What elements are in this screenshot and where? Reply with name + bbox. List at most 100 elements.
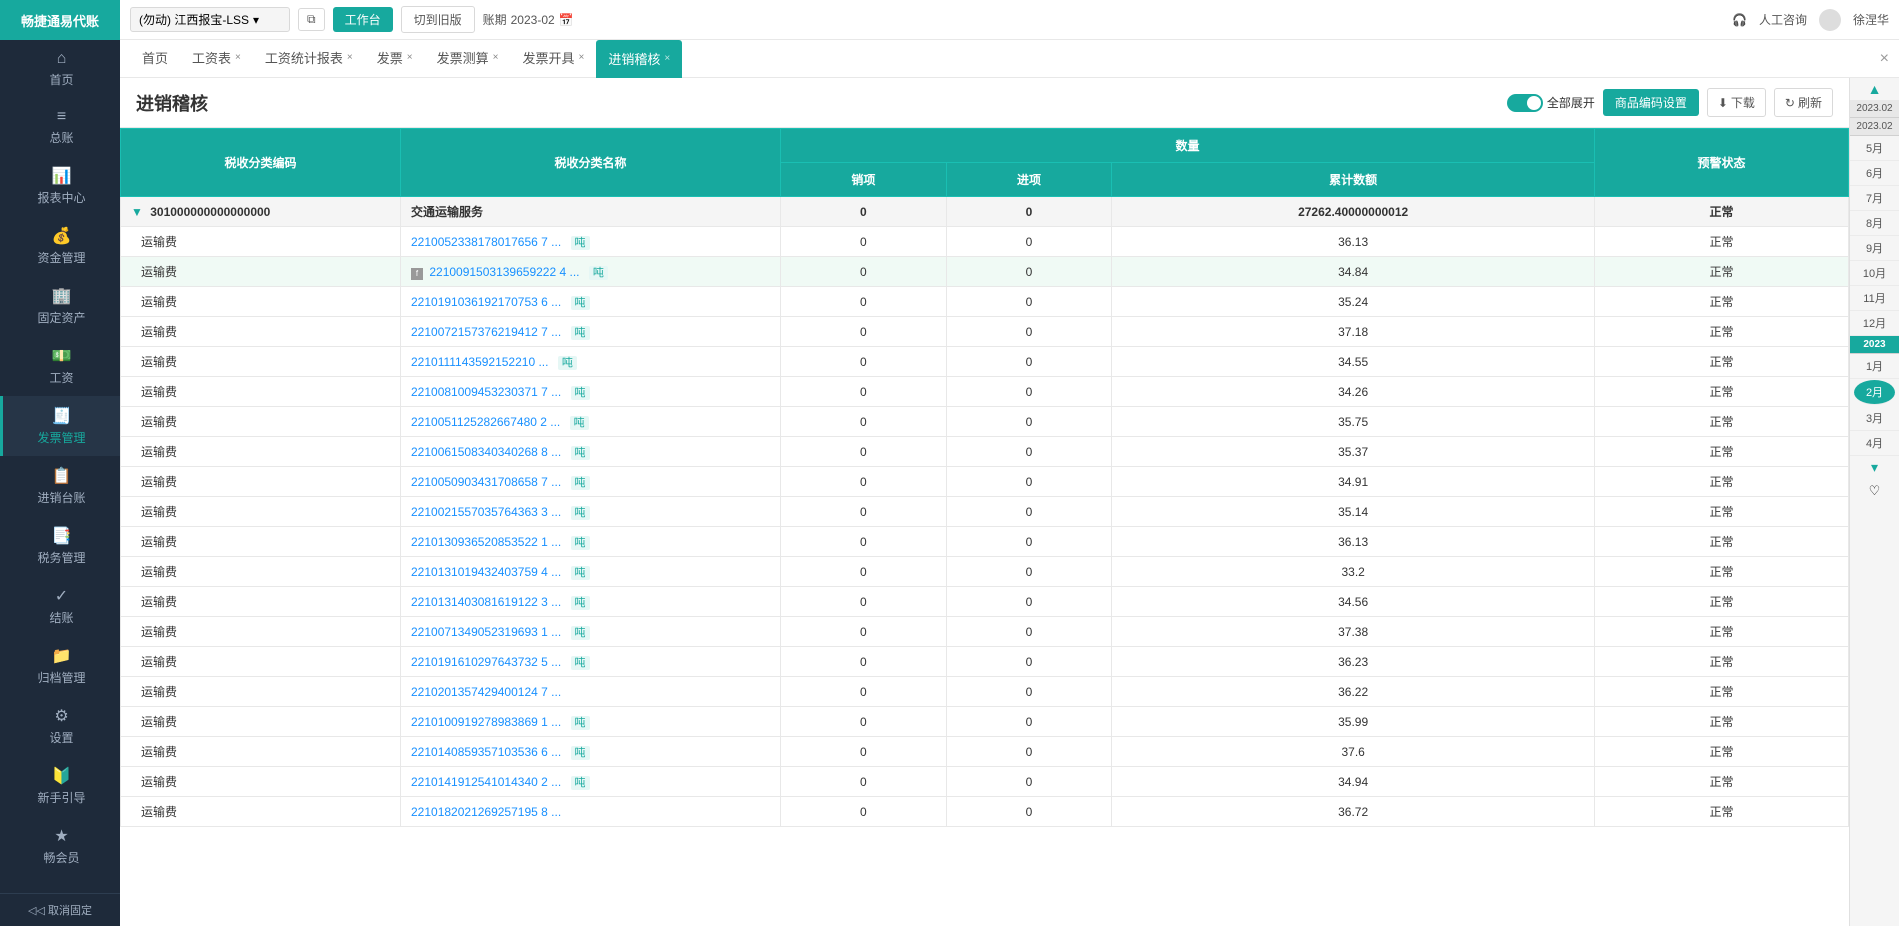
tax-code-link[interactable]: 2210131019432403759 4 ... [411, 565, 561, 579]
tab-close-icon[interactable]: × [347, 52, 353, 63]
expand-toggle[interactable]: 全部展开 [1507, 94, 1595, 112]
funds-icon: 💰 [52, 226, 72, 246]
tax-code-link[interactable]: 2210140859357103536 6 ... [411, 745, 561, 759]
sidebar-item-assets[interactable]: 🏢 固定资产 [0, 276, 120, 336]
cal-month-8[interactable]: 8月 [1850, 211, 1899, 236]
table-row-status: 正常 [1594, 617, 1848, 647]
cal-month-12[interactable]: 12月 [1850, 311, 1899, 336]
copy-button[interactable]: ⧉ [298, 8, 325, 31]
tax-code-link[interactable]: 2210191610297643732 5 ... [411, 655, 561, 669]
unit-badge: 吨 [571, 626, 590, 640]
workspace-button[interactable]: 工作台 [333, 7, 393, 32]
table-row-tax-code: 2210201357429400124 7 ... [401, 677, 781, 707]
tax-code-link[interactable]: 2210091503139659222 4 ... [429, 265, 579, 279]
tax-code-link[interactable]: 2210100919278983869 1 ... [411, 715, 561, 729]
settings-button[interactable]: 商品编码设置 [1603, 89, 1699, 116]
sidebar-item-home[interactable]: ⌂ 首页 [0, 40, 120, 98]
back-button[interactable]: 切到旧版 [401, 6, 475, 33]
table-row-cumulative: 35.14 [1112, 497, 1595, 527]
unit-badge: 吨 [571, 596, 590, 610]
cal-month-7[interactable]: 7月 [1850, 186, 1899, 211]
tax-code-link[interactable]: 2210061508340340268 8 ... [411, 445, 561, 459]
cal-year-2023: 2023 [1850, 336, 1899, 354]
cal-month-4[interactable]: 4月 [1850, 431, 1899, 456]
sidebar-item-ledger[interactable]: ≡ 总账 [0, 98, 120, 156]
archive-icon: 📁 [52, 646, 72, 666]
toggle-track[interactable] [1507, 94, 1543, 112]
sidebar-item-funds[interactable]: 💰 资金管理 [0, 216, 120, 276]
tax-code-link[interactable]: 2210052338178017656 7 ... [411, 235, 561, 249]
tax-code-link[interactable]: 2210201357429400124 7 ... [411, 685, 561, 699]
table-row-sale: 0 [781, 527, 947, 557]
page-actions: 全部展开 商品编码设置 ⬇ 下载 ↻ 刷新 [1507, 88, 1833, 117]
tax-code-link[interactable]: 2210131403081619122 3 ... [411, 595, 561, 609]
refresh-button[interactable]: ↻ 刷新 [1774, 88, 1833, 117]
table-row-sale: 0 [781, 317, 947, 347]
tax-code-link[interactable]: 2210141912541014340 2 ... [411, 775, 561, 789]
cal-nav-down[interactable]: ▾ [1850, 456, 1899, 479]
table-row-sale: 0 [781, 677, 947, 707]
table-row-purchase: 0 [946, 797, 1112, 827]
table-row-item-name: 运输费 [121, 287, 401, 317]
download-button[interactable]: ⬇ 下载 [1707, 88, 1766, 117]
tax-code-link[interactable]: 2210182021269257195 8 ... [411, 805, 561, 819]
cal-month-10[interactable]: 10月 [1850, 261, 1899, 286]
expand-icon[interactable]: ▼ [131, 205, 143, 219]
tax-code-link[interactable]: 2210051125282667480 2 ... [411, 415, 560, 429]
sidebar-item-tax[interactable]: 📑 税务管理 [0, 516, 120, 576]
tab-salary-report[interactable]: 工资统计报表 × [253, 40, 365, 78]
unit-badge: 吨 [558, 356, 577, 370]
tab-close-icon[interactable]: × [578, 52, 584, 63]
tax-code-link[interactable]: 2210191036192170753 6 ... [411, 295, 561, 309]
cal-month-6[interactable]: 6月 [1850, 161, 1899, 186]
cal-month-3[interactable]: 3月 [1850, 406, 1899, 431]
tax-code-link[interactable]: 2210050903431708658 7 ... [411, 475, 561, 489]
company-label: (勿动) 江西报宝-LSS [139, 11, 249, 28]
member-icon: ★ [54, 826, 68, 846]
download-icon: ⬇ [1718, 96, 1728, 110]
table-row-sale: 0 [781, 767, 947, 797]
home-icon: ⌂ [57, 50, 67, 68]
cal-month-2[interactable]: 2月 [1854, 380, 1895, 405]
cal-month-5[interactable]: 5月 [1850, 136, 1899, 161]
unpin-button[interactable]: ◁◁ 取消固定 [0, 893, 120, 926]
tab-salary[interactable]: 工资表 × [180, 40, 253, 78]
help-label[interactable]: 人工咨询 [1759, 11, 1807, 28]
company-selector[interactable]: (勿动) 江西报宝-LSS ▾ [130, 7, 290, 32]
sidebar-item-archive[interactable]: 📁 归档管理 [0, 636, 120, 696]
sidebar-item-guide[interactable]: 🔰 新手引导 [0, 756, 120, 816]
main-table: 税收分类编码 税收分类名称 数量 预警状态 销项 进项 累计数额 [120, 128, 1849, 827]
sidebar: 畅捷通易代账 ⌂ 首页 ≡ 总账 📊 报表中心 💰 资金管理 🏢 固定资产 💵 … [0, 0, 120, 926]
tax-code-link[interactable]: 2210081009453230371 7 ... [411, 385, 561, 399]
tab-home[interactable]: 首页 [130, 40, 180, 78]
tab-reconcile[interactable]: 进销稽核 × [596, 40, 682, 78]
tax-icon: 📑 [52, 526, 72, 546]
tab-invoice[interactable]: 发票 × [365, 40, 425, 78]
tax-code-link[interactable]: 2210071349052319693 1 ... [411, 625, 561, 639]
sidebar-item-invoice[interactable]: 🧾 发票管理 [0, 396, 120, 456]
sidebar-item-settings[interactable]: ⚙ 设置 [0, 696, 120, 756]
cal-month-11[interactable]: 11月 [1850, 286, 1899, 311]
tab-invoice-issue[interactable]: 发票开具 × [510, 40, 596, 78]
table-row-tax-code: 2210140859357103536 6 ... 吨 [401, 737, 781, 767]
tab-close-icon[interactable]: × [493, 52, 499, 63]
tax-code-link[interactable]: 2210130936520853522 1 ... [411, 535, 561, 549]
tax-code-link[interactable]: 2210072157376219412 7 ... [411, 325, 561, 339]
tab-close-icon[interactable]: × [407, 52, 413, 63]
tab-close-icon[interactable]: × [235, 52, 241, 63]
sidebar-item-reports[interactable]: 📊 报表中心 [0, 156, 120, 216]
sidebar-item-purchase[interactable]: 📋 进销台账 [0, 456, 120, 516]
cal-nav-up[interactable]: ▲ [1850, 78, 1899, 100]
sidebar-item-member[interactable]: ★ 畅会员 [0, 816, 120, 876]
sidebar-item-salary[interactable]: 💵 工资 [0, 336, 120, 396]
tax-code-link[interactable]: 2210111143592152210 ... [411, 355, 548, 369]
tab-close-icon[interactable]: × [664, 53, 670, 64]
cal-month-9[interactable]: 9月 [1850, 236, 1899, 261]
tab-invoice-calc[interactable]: 发票测算 × [425, 40, 511, 78]
close-button[interactable]: × [1880, 50, 1889, 68]
table-row-sale: 0 [781, 617, 947, 647]
cal-month-1[interactable]: 1月 [1850, 354, 1899, 379]
tax-code-link[interactable]: 2210021557035764363 3 ... [411, 505, 561, 519]
table-row-sale: 0 [781, 287, 947, 317]
sidebar-item-settle[interactable]: ✓ 结账 [0, 576, 120, 636]
